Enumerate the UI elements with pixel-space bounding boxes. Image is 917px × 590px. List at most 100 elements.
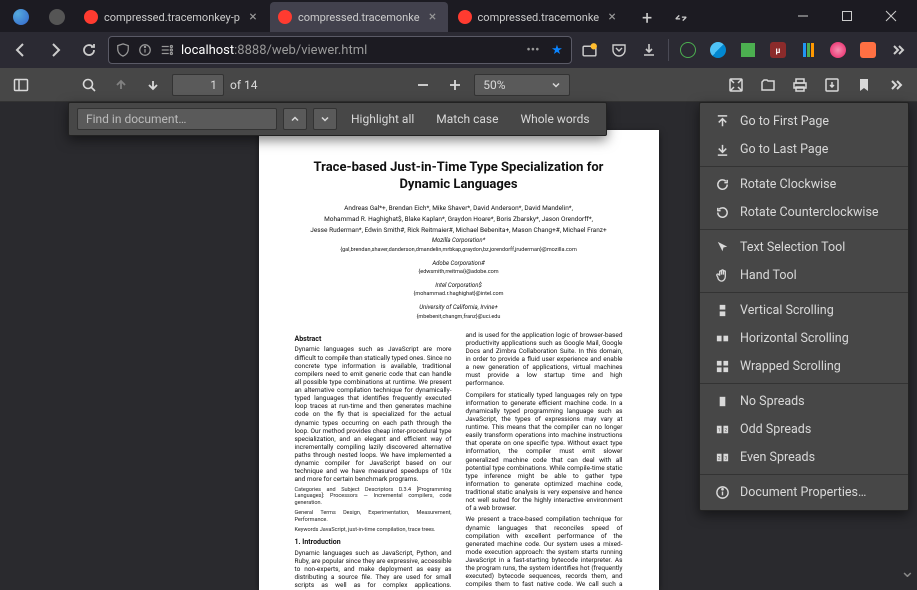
svg-text:1: 1 [717,427,720,433]
url-path: :8888/web/viewer.html [234,43,367,58]
bookmark-star-icon[interactable]: ★ [549,42,565,58]
window-controls [781,1,913,31]
page-count-label: of 14 [230,78,257,92]
page-number-input[interactable] [172,74,224,96]
close-tab-icon[interactable]: × [426,10,440,24]
svg-text:2: 2 [724,427,727,433]
menu-wrapped-scroll[interactable]: Wrapped Scrolling [700,352,908,380]
highlight-all-toggle[interactable]: Highlight all [343,110,422,128]
toolbar-icons: µ [576,37,911,63]
ellipsis-icon[interactable]: ••• [525,42,541,58]
overflow-icon[interactable] [885,37,911,63]
oddspread-icon: 12 [714,421,730,437]
downloads-icon[interactable] [636,37,662,63]
tab-title: compressed.tracemonkey-p [104,11,240,24]
next-page-button[interactable] [140,72,166,98]
hscroll-icon [714,330,730,346]
close-tab-icon[interactable]: × [246,10,260,24]
bookmark-button[interactable] [851,72,877,98]
permissions-icon [159,42,175,58]
ext-icon-3[interactable] [735,37,761,63]
menu-hand-tool[interactable]: Hand Tool [700,261,908,289]
open-file-button[interactable] [755,72,781,98]
tab-3[interactable]: compressed.tracemonke × [450,2,628,32]
cursor-icon [714,239,730,255]
ext-icon-5[interactable] [825,37,851,63]
ext-icon-2[interactable] [705,37,731,63]
tab-title: compressed.tracemonke [478,11,600,24]
menu-text-selection[interactable]: Text Selection Tool [700,233,908,261]
ext-icon-1[interactable] [675,37,701,63]
pinned-tab-2[interactable] [40,2,74,32]
browser-titlebar: compressed.tracemonkey-p × compressed.tr… [0,0,917,32]
wscroll-icon [714,358,730,374]
menu-odd-spreads[interactable]: 12Odd Spreads [700,415,908,443]
reload-button[interactable] [74,35,104,65]
close-tab-icon[interactable]: × [605,10,619,24]
paper-title: Trace-based Just-in-Time Type Specializa… [295,160,623,194]
find-next-button[interactable] [313,108,337,130]
zoom-select[interactable]: 50% [474,74,570,96]
sidebar-toggle-button[interactable] [8,72,34,98]
tab-2-active[interactable]: compressed.tracemonke × [270,2,448,32]
menu-horizontal-scroll[interactable]: Horizontal Scrolling [700,324,908,352]
last-page-icon [714,141,730,157]
back-button[interactable] [6,35,36,65]
vscroll-icon [714,302,730,318]
zoom-value: 50% [483,78,505,92]
new-tab-button[interactable]: + [633,4,661,32]
menu-document-properties[interactable]: Document Properties… [700,478,908,506]
zoom-out-button[interactable] [410,72,436,98]
find-input[interactable] [77,108,277,130]
whole-words-toggle[interactable]: Whole words [512,110,597,128]
evenspread-icon: 23 [714,449,730,465]
download-button[interactable] [819,72,845,98]
pdf-favicon [84,10,98,24]
minimize-button[interactable] [781,1,825,31]
forward-button[interactable] [40,35,70,65]
favicon [13,9,29,25]
secondary-toolbar: Go to First Page Go to Last Page Rotate … [699,102,909,511]
url-bar[interactable]: localhost:8888/web/viewer.html ••• ★ [108,36,572,64]
tools-button[interactable] [883,72,909,98]
prev-page-button[interactable] [108,72,134,98]
tab-strip: compressed.tracemonkey-p × compressed.tr… [4,0,781,32]
ext-icon-4[interactable] [795,37,821,63]
find-prev-button[interactable] [283,108,307,130]
print-button[interactable] [787,72,813,98]
match-case-toggle[interactable]: Match case [428,110,506,128]
maximize-button[interactable] [825,1,869,31]
svg-text:3: 3 [724,455,727,461]
zoom-in-button[interactable] [442,72,468,98]
favicon [49,9,65,25]
pdf-page: Trace-based Just-in-Time Type Specializa… [259,130,659,590]
pdf-favicon [278,10,292,24]
first-page-icon [714,113,730,129]
menu-vertical-scroll[interactable]: Vertical Scrolling [700,296,908,324]
menu-first-page[interactable]: Go to First Page [700,107,908,135]
svg-text:2: 2 [717,455,720,461]
close-window-button[interactable] [869,1,913,31]
tab-title: compressed.tracemonke [298,11,420,24]
pinned-tab-1[interactable] [4,2,38,32]
pocket-icon[interactable] [606,37,632,63]
tab-1[interactable]: compressed.tracemonkey-p × [76,2,268,32]
container-icon[interactable] [576,37,602,63]
pdf-toolbar: of 14 50% [0,68,917,102]
ext-icon-6[interactable] [855,37,881,63]
menu-even-spreads[interactable]: 23Even Spreads [700,443,908,471]
menu-no-spreads[interactable]: No Spreads [700,387,908,415]
expand-tabs-button[interactable] [667,4,695,32]
menu-last-page[interactable]: Go to Last Page [700,135,908,163]
hand-icon [714,267,730,283]
shield-icon [115,42,131,58]
presentation-button[interactable] [723,72,749,98]
menu-rotate-cw[interactable]: Rotate Clockwise [700,170,908,198]
properties-icon [714,484,730,500]
nospread-icon [714,393,730,409]
scroll-down-indicator[interactable]: ⌄ [900,561,915,582]
menu-rotate-ccw[interactable]: Rotate Counterclockwise [700,198,908,226]
find-button[interactable] [76,72,102,98]
rotate-cw-icon [714,176,730,192]
ublock-icon[interactable]: µ [765,37,791,63]
